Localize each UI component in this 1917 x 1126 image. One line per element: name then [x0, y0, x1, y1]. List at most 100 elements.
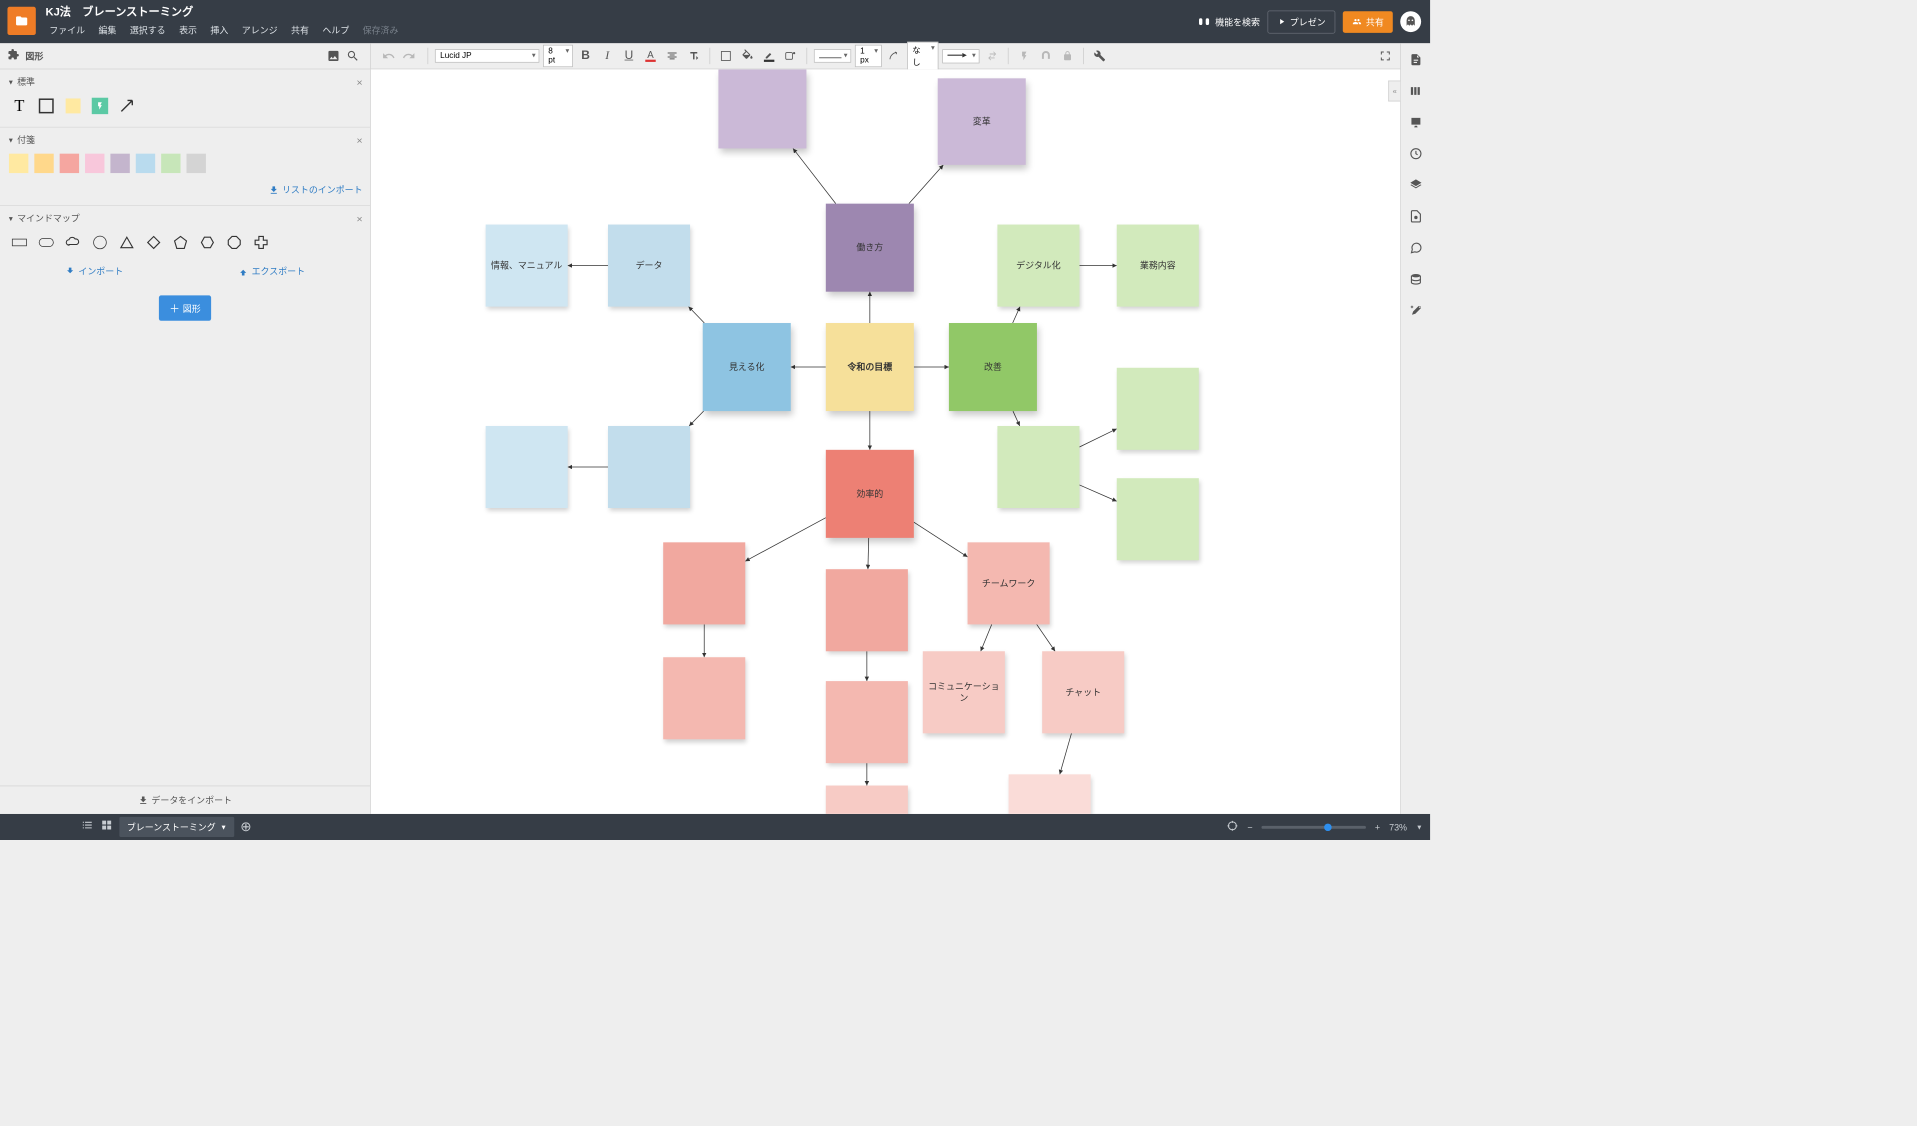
mm-octagon[interactable] — [224, 232, 245, 253]
sticky-note[interactable]: コミュニケーション — [923, 651, 1005, 733]
sticky-note[interactable] — [663, 657, 745, 739]
section-mindmap[interactable]: マインドマップ — [17, 212, 80, 225]
menu-file[interactable]: ファイル — [43, 22, 91, 38]
sticky-note[interactable] — [1009, 774, 1091, 814]
menu-arrange[interactable]: アレンジ — [236, 22, 284, 38]
target-icon[interactable] — [1226, 820, 1238, 834]
sticky-note[interactable]: チャット — [1042, 651, 1124, 733]
zoom-out-button[interactable]: − — [1247, 822, 1252, 832]
sticky-swatch-2[interactable] — [60, 154, 79, 173]
comments-icon[interactable] — [1407, 82, 1425, 100]
menu-help[interactable]: ヘルプ — [316, 22, 355, 38]
text-shape[interactable]: T — [9, 95, 30, 116]
sticky-note[interactable]: 改善 — [949, 323, 1037, 411]
sticky-note[interactable]: データ — [608, 225, 690, 307]
user-avatar[interactable] — [1400, 11, 1421, 32]
zoom-value[interactable]: 73% — [1389, 822, 1407, 832]
import-list-link[interactable]: リストのインポート — [269, 184, 363, 197]
sticky-note[interactable] — [1117, 368, 1199, 450]
insert-image-icon[interactable] — [324, 46, 343, 65]
sticky-swatch-7[interactable] — [187, 154, 206, 173]
menu-share[interactable]: 共有 — [285, 22, 315, 38]
menu-select[interactable]: 選択する — [124, 22, 172, 38]
text-color-button[interactable]: A — [642, 47, 660, 65]
close-standard-icon[interactable]: × — [356, 76, 362, 88]
mm-hexagon[interactable] — [197, 232, 218, 253]
rect-shape[interactable] — [36, 95, 57, 116]
history-icon[interactable] — [1407, 145, 1425, 163]
collapse-rail-button[interactable]: « — [1388, 81, 1400, 102]
present-icon[interactable] — [1407, 113, 1425, 131]
menu-insert[interactable]: 挿入 — [204, 22, 234, 38]
search-feature[interactable]: 機能を検索 — [1197, 15, 1260, 28]
sticky-swatch-4[interactable] — [110, 154, 129, 173]
mm-diamond[interactable] — [143, 232, 164, 253]
text-options-button[interactable] — [685, 47, 703, 65]
sticky-note[interactable]: チームワーク — [968, 542, 1050, 624]
magic-icon[interactable] — [1407, 301, 1425, 319]
close-mindmap-icon[interactable]: × — [356, 212, 362, 224]
mm-plus[interactable] — [251, 232, 272, 253]
line-type-button[interactable] — [886, 47, 904, 65]
sticky-note[interactable]: 令和の目標 — [826, 323, 914, 411]
sticky-note[interactable]: 情報、マニュアル — [486, 225, 568, 307]
sticky-note[interactable] — [663, 542, 745, 624]
bolt-icon[interactable] — [1015, 47, 1033, 65]
sticky-note[interactable] — [486, 426, 568, 508]
align-button[interactable] — [663, 47, 681, 65]
border-color-button[interactable] — [760, 47, 778, 65]
bold-button[interactable]: B — [577, 47, 595, 65]
sticky-note[interactable] — [718, 69, 806, 148]
size-select[interactable]: 8 pt — [543, 45, 573, 67]
sticky-note[interactable]: 変革 — [938, 78, 1026, 165]
mm-rect[interactable] — [9, 232, 30, 253]
swap-button[interactable] — [983, 47, 1001, 65]
shape-options-button[interactable] — [782, 47, 800, 65]
notes-icon[interactable] — [1407, 51, 1425, 69]
sticky-note[interactable] — [826, 786, 908, 814]
present-button[interactable]: プレゼン — [1267, 10, 1335, 33]
sticky-note[interactable]: 見える化 — [703, 323, 791, 411]
sticky-swatch-5[interactable] — [136, 154, 155, 173]
section-standard[interactable]: 標準 — [17, 75, 35, 88]
sticky-swatch-1[interactable] — [34, 154, 53, 173]
export-link[interactable]: エクスポート — [238, 265, 305, 278]
fullscreen-button[interactable] — [1376, 47, 1394, 65]
font-select[interactable]: Lucid JP — [435, 49, 539, 62]
sticky-note[interactable]: 業務内容 — [1117, 225, 1199, 307]
menu-view[interactable]: 表示 — [173, 22, 203, 38]
magnet-icon[interactable] — [1037, 47, 1055, 65]
undo-button[interactable] — [380, 47, 398, 65]
wrench-icon[interactable] — [1091, 47, 1109, 65]
redo-button[interactable] — [400, 47, 418, 65]
mm-round[interactable] — [36, 232, 57, 253]
canvas[interactable]: 変革働き方情報、マニュアルデータデジタル化業務内容見える化令和の目標改善効率的チ… — [371, 69, 1400, 814]
zoom-slider[interactable] — [1262, 825, 1366, 828]
arrow-end-select[interactable] — [942, 49, 979, 63]
bucket-button[interactable] — [739, 47, 757, 65]
sticky-note[interactable] — [826, 569, 908, 651]
add-sheet-button[interactable]: ⊕ — [240, 819, 251, 835]
import-data-link[interactable]: データをインポート — [7, 794, 362, 807]
import-link[interactable]: インポート — [65, 265, 123, 278]
sticky-note[interactable] — [608, 426, 690, 508]
mm-cloud[interactable] — [63, 232, 84, 253]
sticky-swatch-0[interactable] — [9, 154, 28, 173]
data-icon[interactable] — [1407, 270, 1425, 288]
sticky-swatch-3[interactable] — [85, 154, 104, 173]
line-style-select[interactable] — [814, 49, 851, 62]
mm-triangle[interactable] — [116, 232, 137, 253]
line-width-select[interactable]: 1 px — [855, 45, 882, 67]
italic-button[interactable]: I — [598, 47, 616, 65]
sticky-note[interactable]: 効率的 — [826, 450, 914, 538]
sheet-tab[interactable]: ブレーンストーミング▼ — [119, 817, 234, 837]
sticky-note[interactable] — [1117, 478, 1199, 560]
menu-edit[interactable]: 編集 — [93, 22, 123, 38]
mm-circle[interactable] — [90, 232, 111, 253]
share-button[interactable]: 共有 — [1343, 11, 1393, 33]
sticky-shape[interactable] — [63, 95, 84, 116]
fill-button[interactable] — [717, 47, 735, 65]
zoom-in-button[interactable]: + — [1375, 822, 1380, 832]
chevron-down-icon[interactable]: ▼ — [1416, 823, 1423, 830]
search-shapes-icon[interactable] — [343, 46, 362, 65]
